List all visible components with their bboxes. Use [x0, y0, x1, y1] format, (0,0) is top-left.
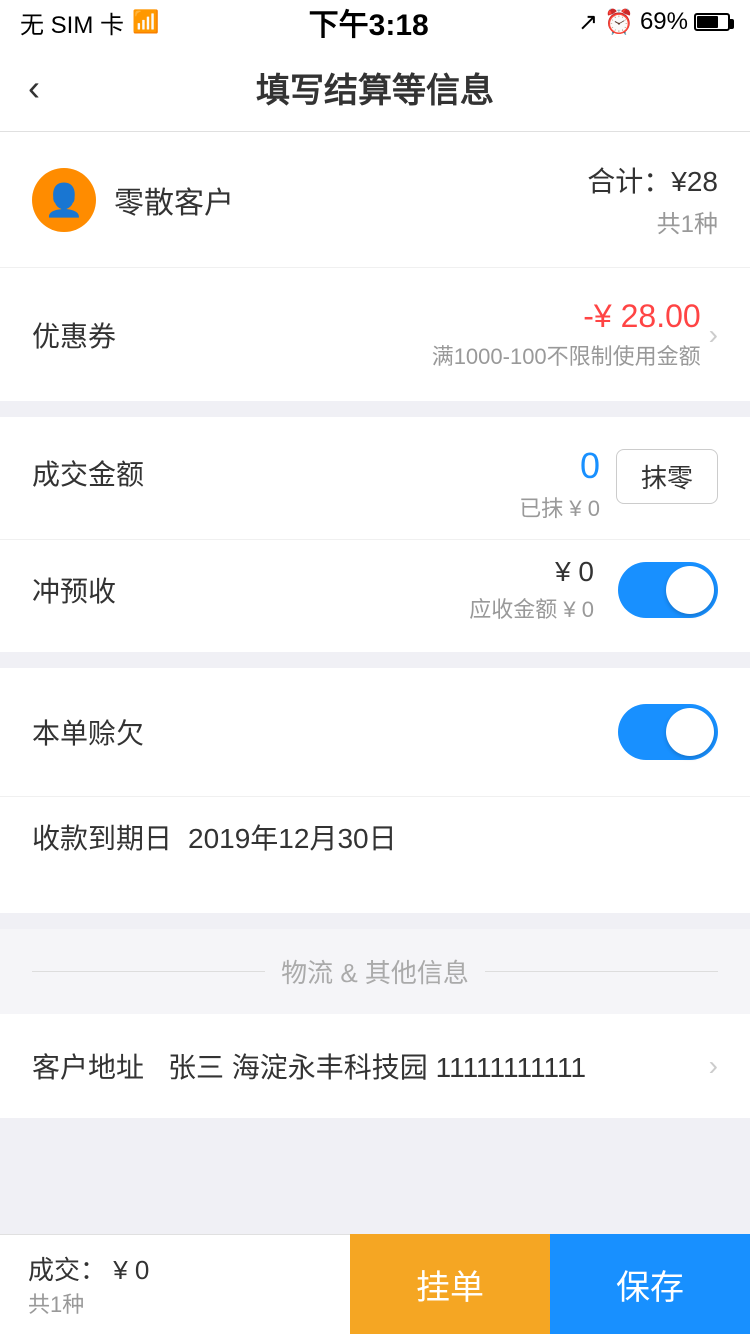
hold-button[interactable]: 挂单 — [350, 1234, 550, 1334]
save-button-label: 保存 — [616, 1260, 684, 1309]
round-button[interactable]: 抹零 — [616, 449, 718, 504]
customer-left: 👤 零散客户 — [32, 168, 234, 232]
hold-button-label: 挂单 — [416, 1260, 484, 1309]
transaction-amount-block: 0 已抹 ¥ 0 — [519, 445, 600, 523]
page-spacer — [0, 1134, 750, 1234]
transaction-sub: 已抹 ¥ 0 — [519, 491, 600, 523]
status-right: ↗ ⏰ 69% — [578, 8, 730, 37]
alarm-icon: ⏰ — [604, 8, 634, 37]
coupon-right: -¥ 28.00 满1000-100不限制使用金额 › — [432, 298, 718, 371]
debit-label: 本单赊欠 — [32, 712, 144, 752]
prepay-row: 冲预收 ¥ 0 应收金额 ¥ 0 — [0, 539, 750, 652]
status-left: 无 SIM 卡 📶 — [20, 5, 159, 40]
debit-row: 本单赊欠 — [0, 668, 750, 796]
toggle-thumb — [666, 566, 714, 614]
address-section: 客户地址 张三 海淀永丰科技园 11111111111 › — [0, 1014, 750, 1118]
status-time: 下午3:18 — [309, 0, 429, 44]
bottom-count: 共1种 — [28, 1287, 322, 1319]
nav-bar: ‹ 填写结算等信息 — [0, 44, 750, 132]
logistics-label: 物流 & 其他信息 — [281, 953, 469, 990]
back-button[interactable]: ‹ — [28, 67, 40, 109]
transaction-row: 成交金额 0 已抹 ¥ 0 抹零 — [0, 417, 750, 539]
customer-row: 👤 零散客户 合计：¥28 共1种 — [0, 132, 750, 267]
prepay-toggle[interactable] — [618, 562, 718, 618]
debit-toggle-thumb — [666, 708, 714, 756]
transaction-section: 成交金额 0 已抹 ¥ 0 抹零 冲预收 ¥ 0 应收金额 ¥ 0 — [0, 417, 750, 652]
prepay-amounts: ¥ 0 应收金额 ¥ 0 — [469, 556, 594, 624]
prepay-right: ¥ 0 应收金额 ¥ 0 — [469, 556, 718, 624]
bottom-info: 成交： ¥ 0 共1种 — [0, 1234, 350, 1334]
wifi-icon: 📶 — [132, 9, 159, 35]
prepay-label: 冲预收 — [32, 570, 116, 610]
logistics-line-left — [32, 971, 265, 972]
debit-section: 本单赊欠 收款到期日 2019年12月30日 — [0, 668, 750, 913]
bottom-bar: 成交： ¥ 0 共1种 挂单 保存 — [0, 1234, 750, 1334]
coupon-amount: -¥ 28.00 — [432, 298, 701, 335]
logistics-line-right — [485, 971, 718, 972]
address-value: 张三 海淀永丰科技园 11111111111 — [168, 1046, 709, 1086]
status-bar: 无 SIM 卡 📶 下午3:18 ↗ ⏰ 69% — [0, 0, 750, 44]
avatar: 👤 — [32, 168, 96, 232]
due-date-label: 收款到期日 — [32, 817, 172, 857]
prepay-sub: 应收金额 ¥ 0 — [469, 592, 594, 624]
battery-percent: 69% — [640, 8, 688, 36]
transaction-value: 0 — [519, 445, 600, 487]
total-count: 共1种 — [587, 204, 718, 239]
coupon-row[interactable]: 优惠券 -¥ 28.00 满1000-100不限制使用金额 › — [0, 267, 750, 401]
transaction-right: 0 已抹 ¥ 0 抹零 — [519, 445, 718, 523]
address-row[interactable]: 客户地址 张三 海淀永丰科技园 11111111111 › — [0, 1014, 750, 1118]
address-arrow-icon: › — [709, 1050, 718, 1082]
due-date-value: 2019年12月30日 — [188, 817, 397, 857]
bottom-transaction: 成交： ¥ 0 — [28, 1250, 322, 1287]
customer-name: 零散客户 — [114, 178, 234, 222]
coupon-label: 优惠券 — [32, 315, 116, 355]
prepay-main: ¥ 0 — [469, 556, 594, 588]
customer-section: 👤 零散客户 合计：¥28 共1种 优惠券 -¥ 28.00 满1000-100… — [0, 132, 750, 401]
total-amount: 合计：¥28 — [587, 160, 718, 200]
customer-total: 合计：¥28 共1种 — [587, 160, 718, 239]
logistics-divider: 物流 & 其他信息 — [0, 929, 750, 1014]
save-button[interactable]: 保存 — [550, 1234, 750, 1334]
battery-icon — [694, 13, 730, 31]
coupon-desc: 满1000-100不限制使用金额 — [432, 339, 701, 371]
bottom-transaction-label: 成交： — [28, 1255, 106, 1285]
carrier-label: 无 SIM 卡 — [20, 5, 124, 40]
due-date-row: 收款到期日 2019年12月30日 — [0, 796, 750, 913]
transaction-label: 成交金额 — [32, 445, 144, 493]
avatar-icon: 👤 — [44, 181, 84, 219]
page-title: 填写结算等信息 — [256, 63, 494, 112]
address-label: 客户地址 — [32, 1046, 144, 1086]
bottom-transaction-value: ¥ 0 — [113, 1255, 149, 1285]
location-icon: ↗ — [578, 8, 598, 37]
coupon-arrow-icon: › — [709, 319, 718, 351]
debit-toggle[interactable] — [618, 704, 718, 760]
